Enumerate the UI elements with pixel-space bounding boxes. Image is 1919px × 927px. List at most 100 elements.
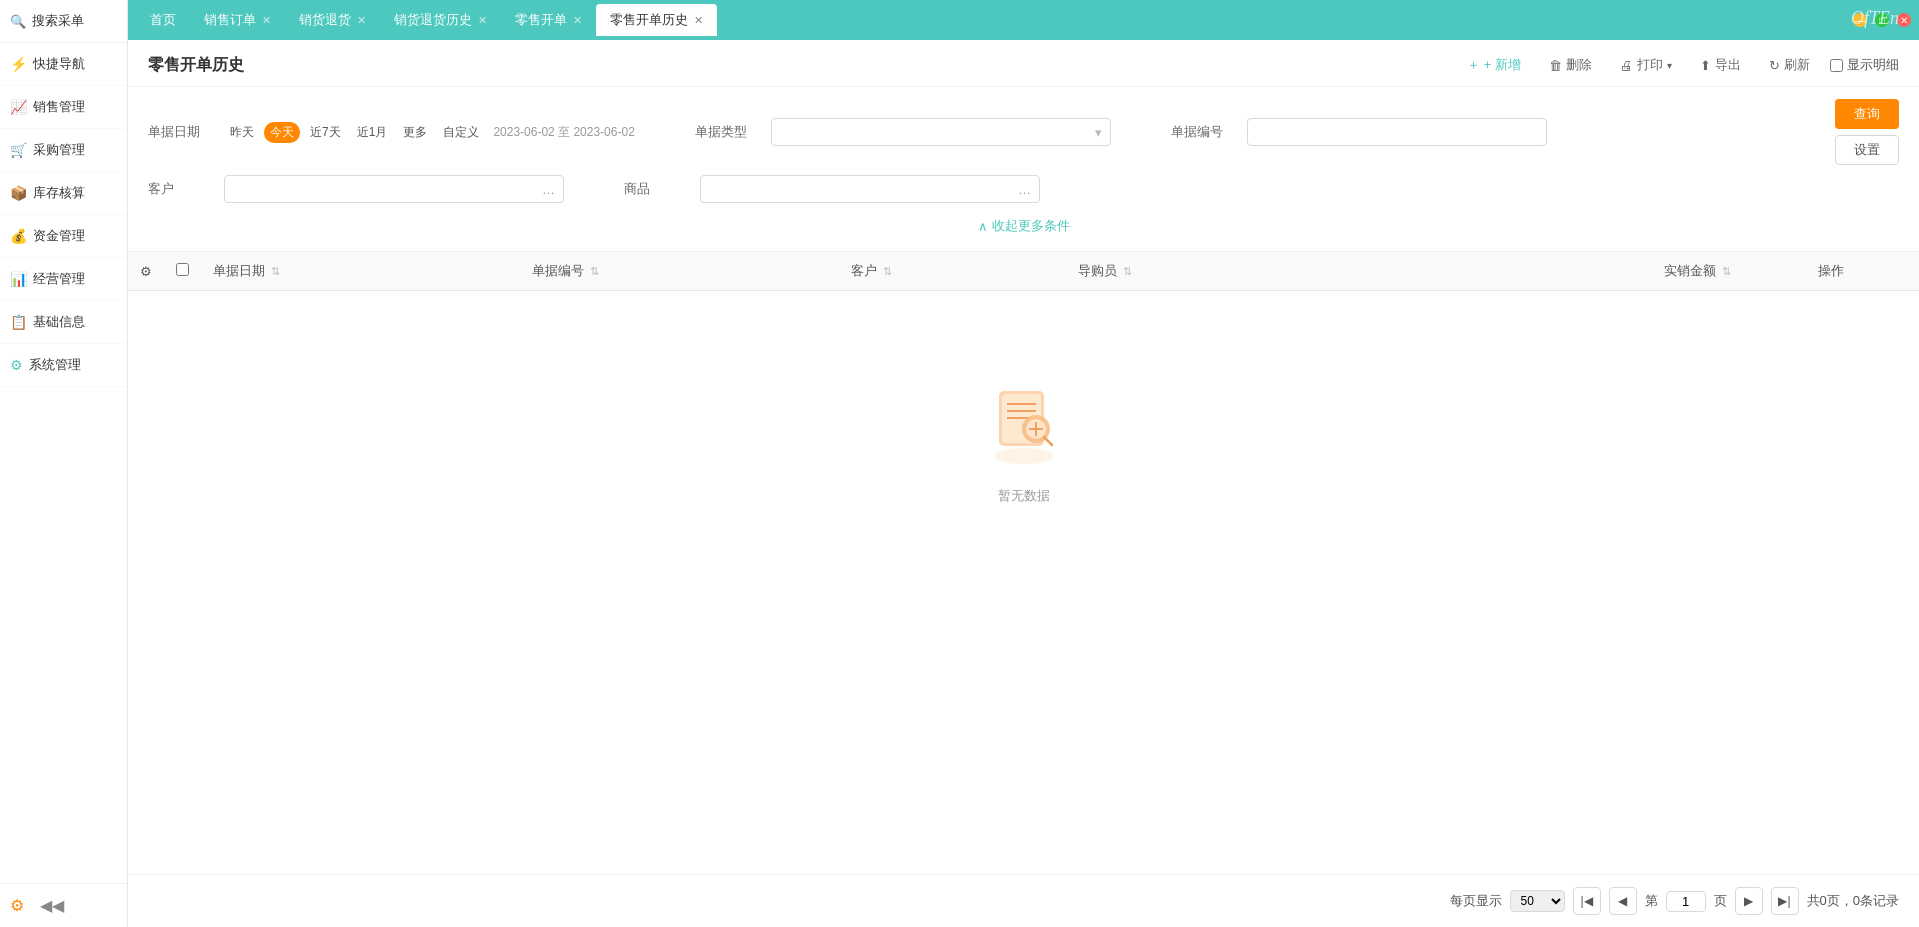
tab-label: 销货退货历史 [394,11,472,29]
sort-amount-icon: ⇅ [1722,265,1731,277]
delete-button[interactable]: 🗑 删除 [1541,52,1600,78]
sys-mgmt-icon: ⚙ [10,357,23,373]
sidebar-item-operations[interactable]: 📊 经营管理 [0,258,127,301]
collapse-more-btn[interactable]: ∧ 收起更多条件 [148,213,1899,239]
page-number-input[interactable]: 1 [1666,891,1706,912]
export-button[interactable]: ⬆ 导出 [1692,52,1749,78]
sidebar-search-label: 搜索采单 [32,12,84,30]
tab-close-retail-open-history[interactable]: ✕ [694,14,703,27]
col-checkbox[interactable] [164,252,201,291]
customer-label: 客户 [148,180,204,198]
sort-bill-no-icon: ⇅ [590,265,599,277]
date-btn-more[interactable]: 更多 [397,122,433,143]
page-last-btn[interactable]: ▶| [1771,887,1799,915]
date-btn-last-month[interactable]: 近1月 [351,122,394,143]
date-shortcuts: 昨天 今天 近7天 近1月 更多 自定义 2023-06-02 至 2023-0… [224,122,635,143]
bill-no-label: 单据编号 [1171,123,1227,141]
customer-ellipsis: … [542,182,555,197]
goods-ellipsis: … [1018,182,1031,197]
tab-sales-order[interactable]: 销售订单 ✕ [190,4,285,36]
sidebar-collapse-icon[interactable]: ◀◀ [40,896,64,915]
bill-no-input[interactable] [1247,118,1547,146]
sort-salesperson-icon: ⇅ [1123,265,1132,277]
tab-sales-return[interactable]: 销货退货 ✕ [285,4,380,36]
search-icon: 🔍 [10,14,26,29]
per-page-select[interactable]: 50 20 100 [1510,890,1565,912]
page-next-btn[interactable]: ▶ [1735,887,1763,915]
date-btn-today[interactable]: 今天 [264,122,300,143]
empty-row: 暂无数据 [128,291,1919,586]
print-dropdown-icon: ▾ [1667,60,1672,71]
tab-close-sales-return-history[interactable]: ✕ [478,14,487,27]
sidebar-item-quick-nav[interactable]: ⚡ 快捷导航 [0,43,127,86]
table-settings-icon[interactable]: ⚙ [140,264,152,279]
svg-point-0 [994,448,1054,464]
sidebar-item-label: 经营管理 [33,270,85,288]
print-button[interactable]: 🖨 打印 ▾ [1612,52,1680,78]
col-settings[interactable]: ⚙ [128,252,164,291]
col-bill-no[interactable]: 单据编号 ⇅ [520,252,839,291]
sidebar-item-purchase-mgmt[interactable]: 🛒 采购管理 [0,129,127,172]
sidebar-item-label: 采购管理 [33,141,85,159]
bill-type-select[interactable]: ▾ [771,118,1111,146]
goods-input[interactable]: … [700,175,1040,203]
page-prev-btn[interactable]: ◀ [1609,887,1637,915]
customer-input[interactable]: … [224,175,564,203]
sidebar-search[interactable]: 🔍 搜索采单 [0,0,127,43]
data-table: ⚙ 单据日期 ⇅ 单据编号 ⇅ [128,252,1919,585]
tab-home[interactable]: 首页 [136,11,190,29]
tab-retail-open[interactable]: 零售开单 ✕ [501,4,596,36]
page-first-btn[interactable]: |◀ [1573,887,1601,915]
add-button[interactable]: ＋ + 新增 [1459,52,1529,78]
per-page-label: 每页显示 [1450,892,1502,910]
sidebar-item-label: 基础信息 [33,313,85,331]
select-all-checkbox[interactable] [176,263,189,276]
sidebar-item-label: 销售管理 [33,98,85,116]
pagination: 每页显示 50 20 100 |◀ ◀ 第 1 页 ▶ ▶| 共0页，0条记录 [128,874,1919,927]
date-btn-custom[interactable]: 自定义 [437,122,485,143]
tab-retail-open-history[interactable]: 零售开单历史 ✕ [596,4,717,36]
tab-label: 销货退货 [299,11,351,29]
tab-sales-return-history[interactable]: 销货退货历史 ✕ [380,4,501,36]
sidebar-item-label: 库存核算 [33,184,85,202]
tab-close-retail-open[interactable]: ✕ [573,14,582,27]
date-range-value: 2023-06-02 至 2023-06-02 [493,124,634,141]
col-salesperson[interactable]: 导购员 ⇅ [1066,252,1339,291]
col-date[interactable]: 单据日期 ⇅ [201,252,520,291]
col-customer[interactable]: 客户 ⇅ [839,252,1066,291]
settings-icon[interactable]: ⚙ [10,896,24,915]
page-suffix: 页 [1714,892,1727,910]
date-btn-yesterday[interactable]: 昨天 [224,122,260,143]
sidebar-item-basic-info[interactable]: 📋 基础信息 [0,301,127,344]
display-detail-check[interactable] [1830,59,1843,72]
content-area: 零售开单历史 ＋ + 新增 🗑 删除 🖨 打印 ▾ ⬆ 导出 [128,40,1919,927]
empty-text: 暂无数据 [998,487,1050,505]
main-area: 首页 销售订单 ✕ 销货退货 ✕ 销货退货历史 ✕ 零售开单 ✕ 零售开单历史 … [128,0,1919,927]
filter-row-1: 单据日期 昨天 今天 近7天 近1月 更多 自定义 2023-06-02 至 2… [148,99,1899,165]
tab-bar: 首页 销售订单 ✕ 销货退货 ✕ 销货退货历史 ✕ 零售开单 ✕ 零售开单历史 … [128,0,1919,40]
sidebar: 🔍 搜索采单 ⚡ 快捷导航 📈 销售管理 🛒 采购管理 📦 库存核算 💰 资金管… [0,0,128,927]
print-icon: 🖨 [1620,58,1633,73]
col-actual-amount[interactable]: 实销金额 ⇅ [1424,252,1743,291]
page-label: 第 [1645,892,1658,910]
sidebar-item-finance[interactable]: 💰 资金管理 [0,215,127,258]
date-btn-last7[interactable]: 近7天 [304,122,347,143]
display-detail-checkbox[interactable]: 显示明细 [1830,56,1899,74]
tab-close-sales-order[interactable]: ✕ [262,14,271,27]
date-filter-label: 单据日期 [148,123,204,141]
sidebar-item-sys-mgmt[interactable]: ⚙ 系统管理 [0,344,127,387]
tab-close-sales-return[interactable]: ✕ [357,14,366,27]
filter-area: 单据日期 昨天 今天 近7天 近1月 更多 自定义 2023-06-02 至 2… [128,87,1919,252]
sidebar-item-sales-mgmt[interactable]: 📈 销售管理 [0,86,127,129]
refresh-button[interactable]: ↻ 刷新 [1761,52,1818,78]
chevron-up-icon: ∧ [978,219,988,234]
window-close-btn[interactable]: ✕ [1897,13,1911,27]
sidebar-item-inventory[interactable]: 📦 库存核算 [0,172,127,215]
sort-date-icon: ⇅ [271,265,280,277]
filter-row-2: 客户 … 商品 … [148,175,1899,203]
page-header: 零售开单历史 ＋ + 新增 🗑 删除 🖨 打印 ▾ ⬆ 导出 [128,40,1919,87]
query-button[interactable]: 查询 [1835,99,1899,129]
goods-label: 商品 [624,180,680,198]
purchase-mgmt-icon: 🛒 [10,142,27,158]
filter-settings-button[interactable]: 设置 [1835,135,1899,165]
